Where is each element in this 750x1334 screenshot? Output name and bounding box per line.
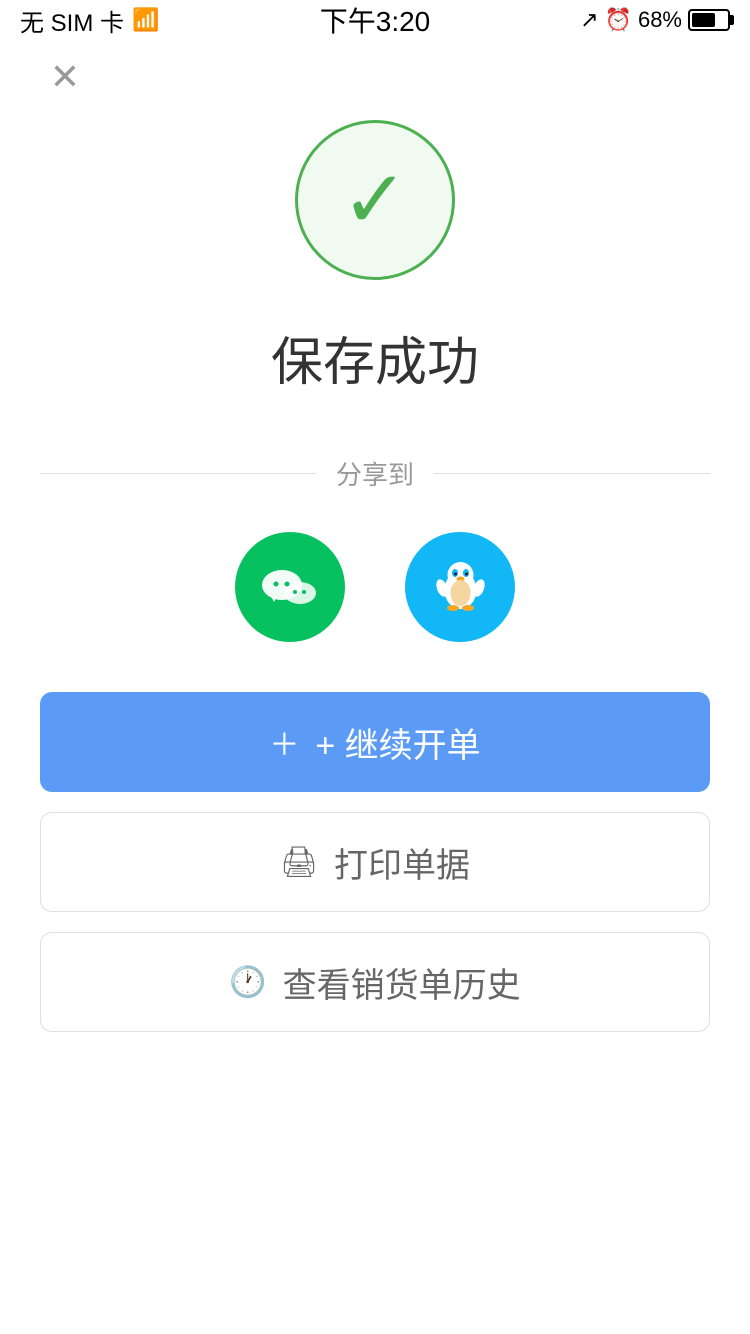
status-right: ↗ ⏰ 68% bbox=[580, 7, 730, 33]
status-bar: 无 SIM 卡 📶 下午3:20 ↗ ⏰ 68% bbox=[0, 0, 750, 40]
divider-right bbox=[434, 473, 710, 474]
status-left: 无 SIM 卡 📶 bbox=[20, 3, 159, 38]
share-icons bbox=[0, 532, 750, 642]
checkmark-icon: ✓ bbox=[341, 160, 408, 240]
continue-label: + 继续开单 bbox=[315, 718, 480, 767]
printer-icon: 🖨 bbox=[280, 845, 318, 880]
share-label: 分享到 bbox=[316, 455, 434, 492]
success-circle: ✓ bbox=[295, 120, 455, 280]
share-section: 分享到 bbox=[0, 455, 750, 642]
success-title: 保存成功 bbox=[271, 320, 479, 395]
history-button[interactable]: 🕐 查看销货单历史 bbox=[40, 932, 710, 1032]
clock-icon: 🕐 bbox=[229, 965, 266, 1000]
close-button[interactable]: ✕ bbox=[40, 52, 90, 102]
divider-left bbox=[40, 473, 316, 474]
wifi-icon: 📶 bbox=[132, 7, 159, 33]
print-label: 打印单据 bbox=[334, 838, 470, 887]
battery-percent: 68% bbox=[638, 7, 682, 33]
qq-share-button[interactable] bbox=[405, 532, 515, 642]
wechat-share-button[interactable] bbox=[235, 532, 345, 642]
location-icon: ↗ bbox=[580, 7, 598, 33]
battery-icon bbox=[688, 9, 730, 31]
main-content: ✓ 保存成功 分享到 bbox=[0, 40, 750, 1032]
plus-icon: ＋ bbox=[269, 720, 299, 764]
share-divider: 分享到 bbox=[0, 455, 750, 492]
history-label: 查看销货单历史 bbox=[283, 958, 521, 1007]
status-time: 下午3:20 bbox=[320, 0, 431, 40]
print-button[interactable]: 🖨 打印单据 bbox=[40, 812, 710, 912]
carrier-label: 无 SIM 卡 bbox=[20, 3, 124, 38]
qq-icon bbox=[428, 555, 493, 620]
wechat-icon bbox=[258, 555, 323, 620]
close-icon: ✕ bbox=[50, 59, 80, 95]
alarm-icon: ⏰ bbox=[605, 7, 632, 33]
action-buttons: ＋ + 继续开单 🖨 打印单据 🕐 查看销货单历史 bbox=[0, 692, 750, 1032]
continue-button[interactable]: ＋ + 继续开单 bbox=[40, 692, 710, 792]
